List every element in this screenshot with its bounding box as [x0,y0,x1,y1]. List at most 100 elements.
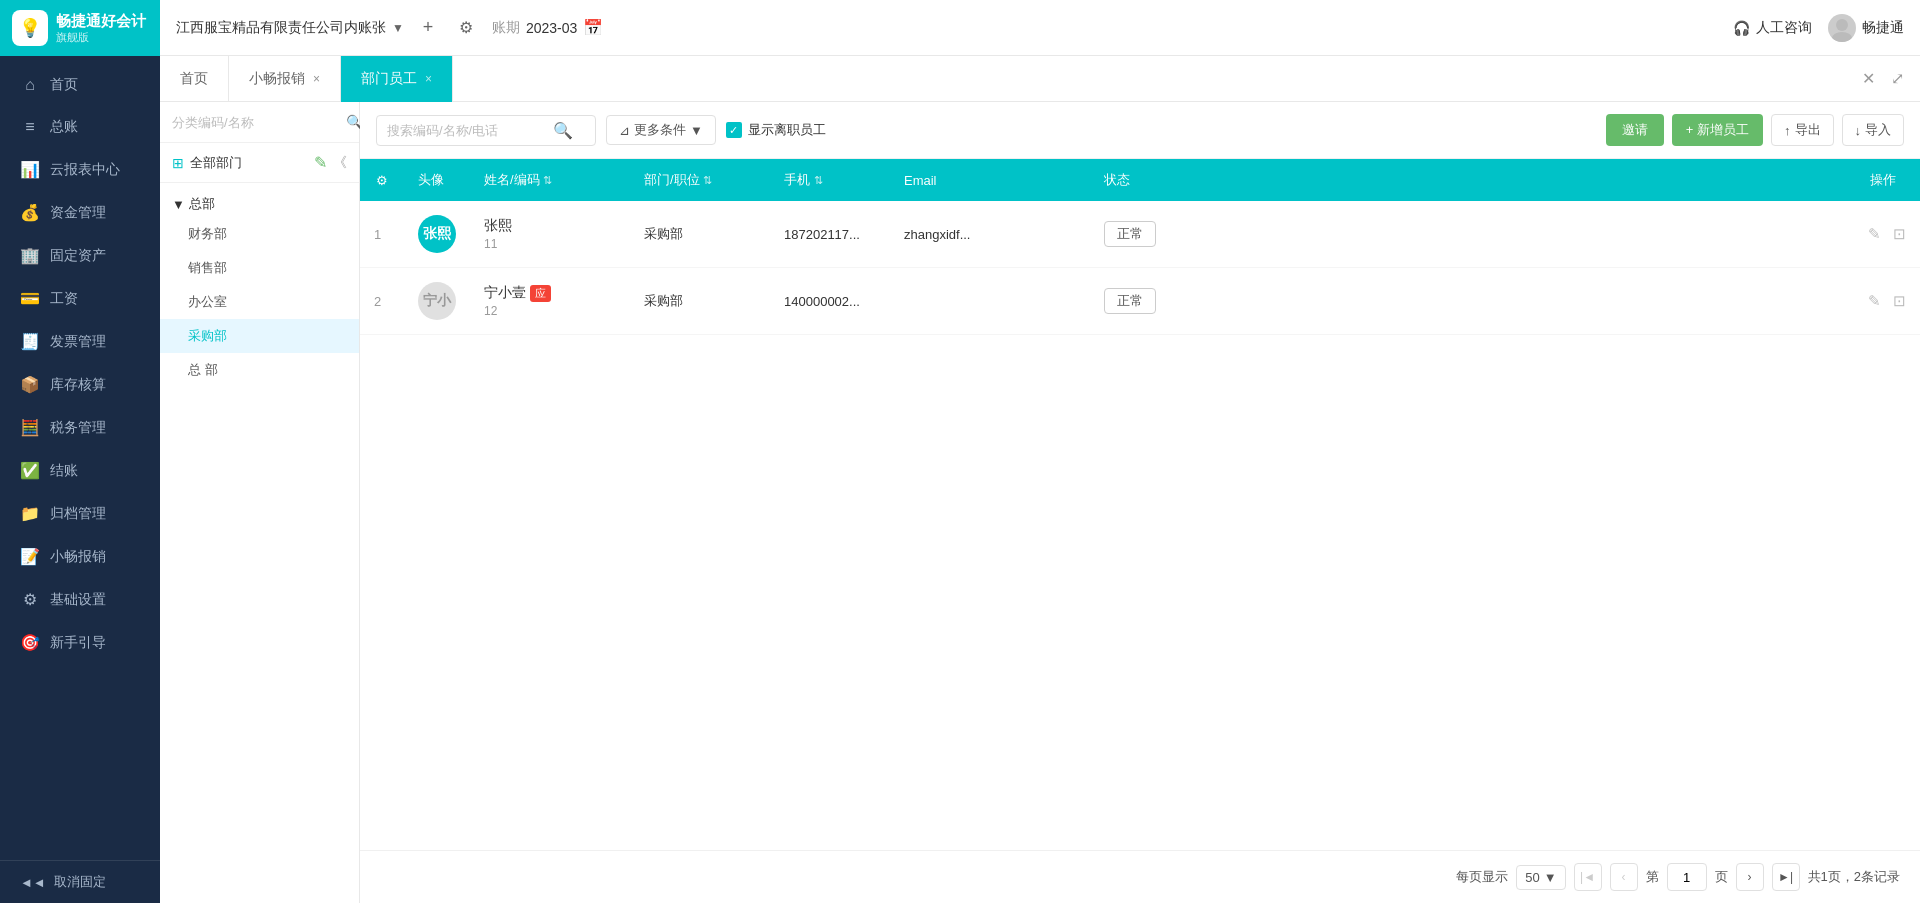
ledger-icon: ≡ [20,118,40,136]
employee-email [890,268,1090,335]
sidebar-item-settings[interactable]: ⚙ 基础设置 [0,578,160,621]
employee-panel: 🔍 ⊿ 更多条件 ▼ ✓ 显示离职员工 邀请 [360,102,1920,903]
employee-status-cell: 正常 [1090,201,1230,268]
export-button[interactable]: ↑ 导出 [1771,114,1834,146]
toolbar-right: 邀请 + 新增员工 ↑ 导出 ↓ 导入 [1606,114,1904,146]
home-icon: ⌂ [20,76,40,94]
sidebar-item-assets[interactable]: 🏢 固定资产 [0,234,160,277]
col-phone[interactable]: 手机 ⇅ [770,159,890,201]
sidebar-item-ledger[interactable]: ≡ 总账 [0,106,160,148]
first-page-button[interactable]: |◄ [1574,863,1602,891]
page-input[interactable] [1667,863,1707,891]
dept-item-office[interactable]: 办公室 [160,285,359,319]
period-display: 账期 2023-03 📅 [492,18,603,37]
sidebar-item-close[interactable]: ✅ 结账 [0,449,160,492]
dept-tree: ▼ 总部 财务部 销售部 办公室 采购部 总 部 [160,183,359,903]
sidebar-pin-toggle[interactable]: ◄◄ 取消固定 [0,860,160,903]
tab-expense-close[interactable]: × [313,72,320,86]
company-selector[interactable]: 江西服宝精品有限责任公司内账张 ▼ [176,19,404,37]
dept-item-purchase[interactable]: 采购部 [160,319,359,353]
employee-name: 张熙 [484,217,512,235]
add-company-button[interactable]: + [416,16,440,40]
tab-expense[interactable]: 小畅报销 × [229,56,341,102]
employee-name-cell: 宁小壹 应 12 [470,268,630,335]
col-email: Email [890,159,1090,201]
topbar: 江西服宝精品有限责任公司内账张 ▼ + ⚙ 账期 2023-03 📅 🎧 人工咨… [160,0,1920,56]
employee-avatar: 宁小 [418,282,456,320]
main-content: 江西服宝精品有限责任公司内账张 ▼ + ⚙ 账期 2023-03 📅 🎧 人工咨… [160,0,1920,903]
sidebar-item-expense[interactable]: 📝 小畅报销 [0,535,160,578]
show-resigned-toggle[interactable]: ✓ 显示离职员工 [726,121,826,139]
filter-button[interactable]: ⊿ 更多条件 ▼ [606,115,716,145]
sidebar-item-guide[interactable]: 🎯 新手引导 [0,621,160,664]
add-employee-button[interactable]: + 新增员工 [1672,114,1763,146]
dept-sort-icon: ⇅ [703,174,712,186]
dept-header-actions: ✎ 《 [314,153,347,172]
dept-root-label[interactable]: ▼ 总部 [160,187,359,217]
service-button[interactable]: 🎧 人工咨询 [1733,19,1812,37]
page-body: 🔍 ⊞ 全部部门 ✎ 《 ▼ 总部 财务部 [160,102,1920,903]
col-status: 状态 [1090,159,1230,201]
dept-edit-icon[interactable]: ✎ [314,153,327,172]
svg-point-0 [1836,19,1848,31]
next-page-button[interactable]: › [1736,863,1764,891]
table-row: 2 宁小 宁小壹 应 12 采购部 140000002... 正常 ✎ ⊡ [360,268,1920,335]
resigned-checkbox[interactable]: ✓ [726,122,742,138]
dept-item-general[interactable]: 总 部 [160,353,359,387]
prev-page-button[interactable]: ‹ [1610,863,1638,891]
logo-text: 畅捷通好会计 旗舰版 [56,12,146,45]
sidebar-item-home[interactable]: ⌂ 首页 [0,64,160,106]
employee-table: ⚙ 头像 姓名/编码 ⇅ 部门/职位 ⇅ 手机 [360,159,1920,850]
col-dept[interactable]: 部门/职位 ⇅ [630,159,770,201]
topbar-right: 🎧 人工咨询 畅捷通 [1733,14,1904,42]
dept-collapse-icon[interactable]: 《 [333,154,347,172]
row-number: 1 [360,201,404,268]
tab-employees-close[interactable]: × [425,72,432,86]
last-page-button[interactable]: ►| [1772,863,1800,891]
window-controls: ✕ ⤢ [1858,65,1920,92]
dept-item-finance[interactable]: 财务部 [160,217,359,251]
checkmark-icon: ✓ [729,124,738,137]
emp-search-wrap: 🔍 [376,115,596,146]
tab-employees[interactable]: 部门员工 × [341,56,453,102]
guide-icon: 🎯 [20,633,40,652]
close-window-button[interactable]: ✕ [1858,65,1879,92]
sidebar-item-salary[interactable]: 💳 工资 [0,277,160,320]
logo-icon: 💡 [12,10,48,46]
more-actions-button[interactable]: ⊡ [1893,225,1906,243]
sidebar-item-invoice[interactable]: 🧾 发票管理 [0,320,160,363]
dept-search-input[interactable] [172,115,340,130]
employee-actions: ✎ ⊡ [1230,268,1920,335]
user-menu[interactable]: 畅捷通 [1828,14,1904,42]
sidebar-item-finance[interactable]: 💰 资金管理 [0,191,160,234]
invite-button[interactable]: 邀请 [1606,114,1664,146]
employee-actions: ✎ ⊡ [1230,201,1920,268]
sidebar-item-tax[interactable]: 🧮 税务管理 [0,406,160,449]
sidebar-item-archive[interactable]: 📁 归档管理 [0,492,160,535]
sidebar-item-inventory[interactable]: 📦 库存核算 [0,363,160,406]
emp-search-icon: 🔍 [553,121,573,140]
headset-icon: 🎧 [1733,20,1750,36]
col-settings[interactable]: ⚙ [360,159,404,201]
expense-icon: 📝 [20,547,40,566]
dept-grid-icon: ⊞ [172,155,184,171]
sidebar-nav: ⌂ 首页 ≡ 总账 📊 云报表中心 💰 资金管理 🏢 固定资产 💳 工资 🧾 发… [0,56,160,860]
employee-name-cell: 张熙 11 [470,201,630,268]
more-actions-button[interactable]: ⊡ [1893,292,1906,310]
maximize-window-button[interactable]: ⤢ [1887,65,1908,92]
page-size-select[interactable]: 50 ▼ [1516,865,1565,890]
edit-employee-button[interactable]: ✎ [1868,292,1881,310]
status-badge: 正常 [1104,288,1156,314]
emp-search-input[interactable] [387,123,547,138]
dept-search: 🔍 [160,102,359,143]
employee-dept: 采购部 [630,268,770,335]
sidebar-item-reports[interactable]: 📊 云报表中心 [0,148,160,191]
col-name[interactable]: 姓名/编码 ⇅ [470,159,630,201]
calendar-icon[interactable]: 📅 [583,18,603,37]
tab-home[interactable]: 首页 [160,56,229,102]
invoice-icon: 🧾 [20,332,40,351]
import-button[interactable]: ↓ 导入 [1842,114,1905,146]
company-settings-button[interactable]: ⚙ [452,14,480,42]
dept-item-sales[interactable]: 销售部 [160,251,359,285]
edit-employee-button[interactable]: ✎ [1868,225,1881,243]
